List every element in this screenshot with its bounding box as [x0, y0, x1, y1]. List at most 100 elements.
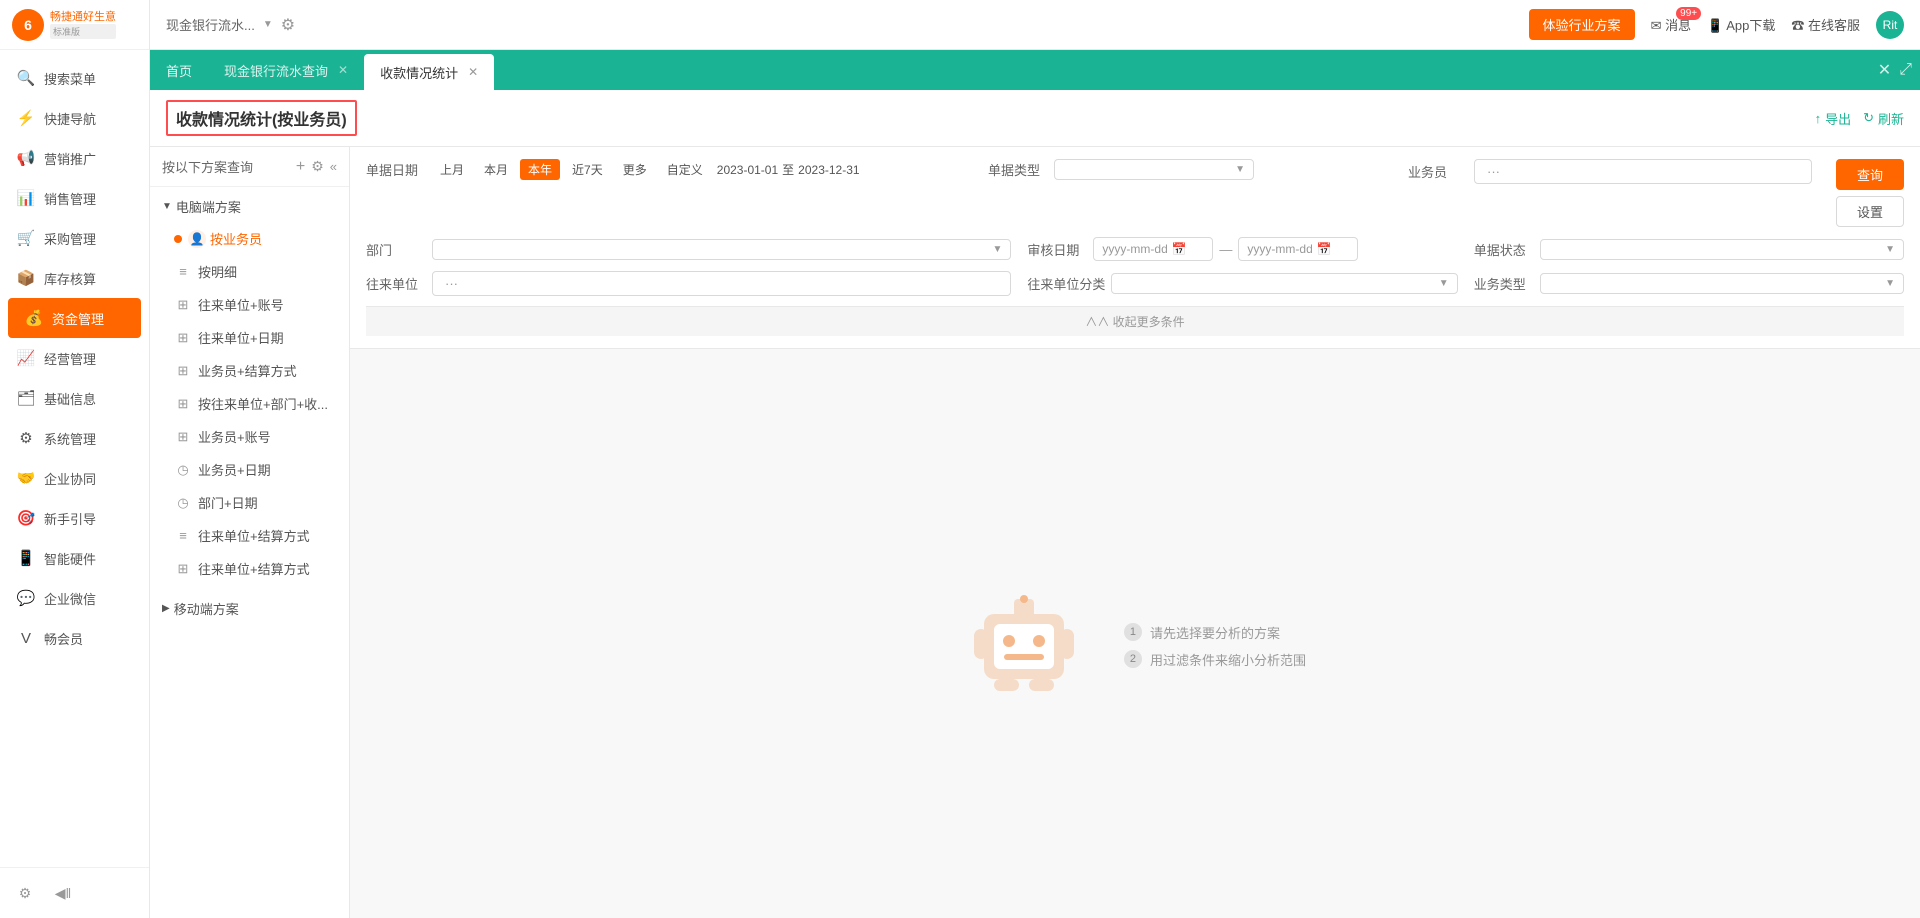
counterparty-label: 往来单位 [366, 274, 426, 293]
date-tab-this-month[interactable]: 本月 [476, 159, 516, 180]
counterparty-category-label: 往来单位分类 [1027, 274, 1105, 293]
salesman-more-icon[interactable]: ··· [1487, 164, 1500, 179]
schema-item-by-salesman-account[interactable]: ⊞业务员+账号 [150, 420, 349, 453]
doc-status-select[interactable]: ▼ [1540, 239, 1904, 260]
date-end: 2023-12-31 [798, 163, 859, 177]
counterparty-select[interactable]: ··· [432, 271, 1011, 296]
content-area: 收款情况统计(按业务员) ↑ 导出 ↻ 刷新 按以下方案查询 + [150, 90, 1920, 918]
panel-collapse-icon[interactable]: « [330, 159, 337, 174]
sidebar-item-system[interactable]: ⚙系统管理 [0, 418, 149, 458]
by-salesman-settle-icon: ⊞ [174, 362, 192, 380]
schema-item-by-unit-settle2[interactable]: ⊞往来单位+结算方式 [150, 552, 349, 585]
export-button[interactable]: ↑ 导出 [1815, 109, 1852, 128]
logo-icon: 6 [12, 9, 44, 41]
schema-item-by-salesman-date[interactable]: ◷业务员+日期 [150, 453, 349, 486]
date-start: 2023-01-01 [717, 163, 778, 177]
doc-type-label: 单据类型 [988, 160, 1048, 179]
date-range-label: 至 [782, 161, 794, 178]
collapse-label: 收起更多条件 [1113, 315, 1185, 329]
counterparty-category-select[interactable]: ▼ [1111, 273, 1457, 294]
user-area[interactable]: Rit [1876, 11, 1904, 39]
tab-close-all-icon[interactable]: ✕ [1878, 60, 1891, 80]
panel-settings-icon[interactable]: ⚙ [311, 158, 324, 175]
mobile-schema-section: ▶ 移动端方案 [150, 589, 349, 628]
sidebar-item-hardware[interactable]: 📱智能硬件 [0, 538, 149, 578]
logo-badge: 标准版 [50, 24, 116, 39]
review-date-end-input[interactable]: yyyy-mm-dd 📅 [1238, 237, 1358, 261]
doc-type-select[interactable]: ▼ [1054, 159, 1254, 180]
by-salesman-date-label: 业务员+日期 [198, 460, 271, 479]
sidebar-item-purchase[interactable]: 🛒采购管理 [0, 218, 149, 258]
sidebar-item-sales[interactable]: 📊销售管理 [0, 178, 149, 218]
schema-item-by-unit-account[interactable]: ⊞往来单位+账号 [150, 288, 349, 321]
user-avatar: Rit [1876, 11, 1904, 39]
page-header: 收款情况统计(按业务员) ↑ 导出 ↻ 刷新 [150, 90, 1920, 147]
settings-button[interactable]: 设置 [1836, 196, 1904, 227]
sidebar-item-enterprise[interactable]: 🤝企业协同 [0, 458, 149, 498]
review-date-start-input[interactable]: yyyy-mm-dd 📅 [1093, 237, 1213, 261]
refresh-icon: ↻ [1863, 110, 1874, 126]
action-buttons: 查询 设置 [1836, 159, 1904, 227]
tab-collection-stats-close[interactable]: ✕ [468, 65, 478, 79]
by-salesman-icon: 👤 [188, 230, 206, 248]
salesman-select[interactable]: ··· [1474, 159, 1812, 184]
tab-bank-flow-close[interactable]: ✕ [338, 63, 348, 77]
collapse-bar[interactable]: ∧∧ 收起更多条件 [366, 306, 1904, 336]
panel-add-icon[interactable]: + [296, 158, 305, 176]
schema-item-by-unit-dept[interactable]: ⊞按往来单位+部门+收... [150, 387, 349, 420]
tab-home[interactable]: 首页 [150, 50, 208, 90]
tab-collection-stats[interactable]: 收款情况统计 ✕ [364, 54, 494, 90]
sidebar-item-finance[interactable]: 💰资金管理 [8, 298, 141, 338]
review-date-end-value: yyyy-mm-dd [1247, 242, 1312, 256]
app-download-btn[interactable]: 📱 App下载 [1707, 15, 1775, 34]
counterparty-more-icon[interactable]: ··· [445, 276, 458, 291]
biz-type-select[interactable]: ▼ [1540, 273, 1904, 294]
by-unit-settle2-icon: ⊞ [174, 560, 192, 578]
date-tab-this-year[interactable]: 本年 [520, 159, 560, 180]
settings-icon[interactable]: ⚙ [281, 15, 295, 35]
refresh-button[interactable]: ↻ 刷新 [1863, 109, 1904, 128]
tab-maximize-icon[interactable]: ⤢ [1899, 61, 1912, 79]
date-range: 2023-01-01 至 2023-12-31 [717, 161, 860, 178]
by-unit-settle1-icon: ≡ [174, 527, 192, 545]
breadcrumb-arrow-icon[interactable]: ▼ [263, 19, 273, 30]
sidebar-item-quick-nav[interactable]: ⚡快捷导航 [0, 98, 149, 138]
sidebar-item-marketing[interactable]: 📢营销推广 [0, 138, 149, 178]
dept-select[interactable]: ▼ [432, 239, 1011, 260]
sidebar-settings-btn[interactable]: ⚙ [10, 878, 40, 908]
doc-status-arrow-icon: ▼ [1885, 244, 1895, 255]
sidebar-label-marketing: 营销推广 [44, 149, 96, 168]
calendar-end-icon: 📅 [1317, 242, 1332, 256]
tab-bank-flow[interactable]: 现金银行流水查询 ✕ [208, 50, 364, 90]
tip-text-1: 请先选择要分析的方案 [1150, 623, 1280, 642]
schema-item-by-salesman-settle[interactable]: ⊞业务员+结算方式 [150, 354, 349, 387]
sidebar-item-search-menu[interactable]: 🔍搜索菜单 [0, 58, 149, 98]
review-date-dash: — [1219, 242, 1232, 257]
date-tab-last-7[interactable]: 近7天 [564, 159, 611, 180]
sidebar-item-inventory[interactable]: 📦库存核算 [0, 258, 149, 298]
counterparty-group: 往来单位 ··· [366, 271, 1011, 296]
trial-button[interactable]: 体验行业方案 [1529, 9, 1635, 40]
date-tab-last-month[interactable]: 上月 [432, 159, 472, 180]
schema-item-by-unit-settle1[interactable]: ≡往来单位+结算方式 [150, 519, 349, 552]
sidebar-item-basic[interactable]: 🗂基础信息 [0, 378, 149, 418]
guide-icon: 🎯 [16, 508, 36, 528]
schema-item-by-unit-date[interactable]: ⊞往来单位+日期 [150, 321, 349, 354]
sidebar-collapse-btn[interactable]: ◀‖ [48, 878, 78, 908]
sidebar-item-guide[interactable]: 🎯新手引导 [0, 498, 149, 538]
notification-area[interactable]: ✉ 99+ 消息 [1651, 15, 1692, 34]
customer-service-btn[interactable]: ☎ 在线客服 [1791, 15, 1860, 34]
schema-item-by-dept-date[interactable]: ◷部门+日期 [150, 486, 349, 519]
sidebar-item-wechat[interactable]: 💬企业微信 [0, 578, 149, 618]
schema-item-by-detail[interactable]: ≡按明细 [150, 255, 349, 288]
schema-item-by-salesman[interactable]: 👤按业务员 [150, 222, 349, 255]
date-tab-custom[interactable]: 自定义 [659, 159, 711, 180]
sidebar-item-operation[interactable]: 📈经营管理 [0, 338, 149, 378]
sidebar-item-member[interactable]: V畅会员 [0, 618, 149, 658]
date-tab-more[interactable]: 更多 [615, 159, 655, 180]
desktop-section-title[interactable]: ▼ 电脑端方案 [150, 191, 349, 222]
empty-area: 1 请先选择要分析的方案 2 用过滤条件来缩小分析范围 [350, 349, 1920, 918]
message-icon: ✉ [1651, 18, 1662, 33]
mobile-section-title[interactable]: ▶ 移动端方案 [150, 593, 349, 624]
query-button[interactable]: 查询 [1836, 159, 1904, 190]
